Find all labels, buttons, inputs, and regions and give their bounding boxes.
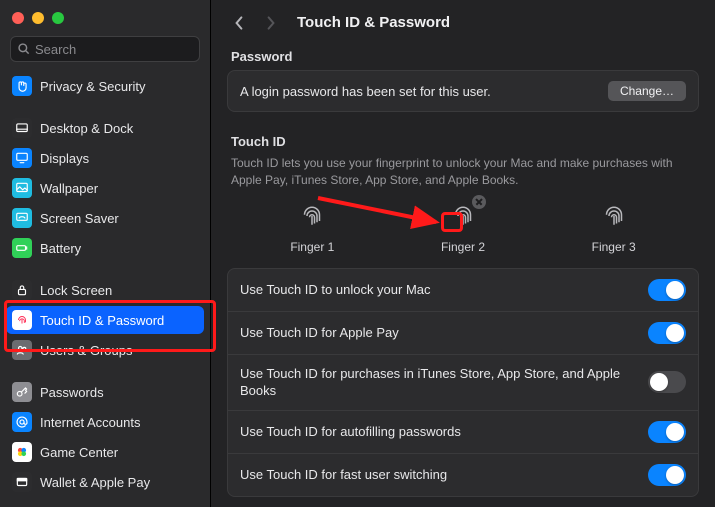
touchid-option-toggle[interactable] (648, 279, 686, 301)
search-field[interactable] (10, 36, 200, 62)
sidebar-item-label: Passwords (40, 385, 104, 400)
sidebar: Privacy & Security Desktop & Dock Displays… (0, 0, 211, 507)
touchid-option-label: Use Touch ID for purchases in iTunes Sto… (240, 365, 648, 400)
sidebar-item-lock-screen[interactable]: Lock Screen (6, 276, 204, 304)
at-icon (12, 412, 32, 432)
touchid-description: Touch ID lets you use your fingerprint t… (231, 155, 695, 189)
touchid-option-toggle[interactable] (648, 464, 686, 486)
wallpaper-icon (12, 178, 32, 198)
sidebar-item-internet-accounts[interactable]: Internet Accounts (6, 408, 204, 436)
touchid-fingers: Finger 1 Finger 2 Finger 3 (227, 193, 699, 268)
hand-icon (12, 76, 32, 96)
screensaver-icon (12, 208, 32, 228)
forward-button[interactable] (259, 11, 283, 35)
sidebar-nav: Privacy & Security Desktop & Dock Displays… (0, 72, 210, 507)
minimize-window-button[interactable] (32, 12, 44, 24)
finger-label: Finger 1 (290, 240, 334, 254)
sidebar-item-label: Screen Saver (40, 211, 119, 226)
change-password-button[interactable]: Change… (608, 81, 686, 101)
touchid-options-card: Use Touch ID to unlock your Mac Use Touch… (227, 268, 699, 497)
touchid-option-row: Use Touch ID for Apple Pay (228, 312, 698, 355)
touchid-option-row: Use Touch ID to unlock your Mac (228, 269, 698, 312)
password-section-label: Password (231, 49, 695, 64)
display-icon (12, 148, 32, 168)
touchid-option-label: Use Touch ID for fast user switching (240, 466, 648, 484)
sidebar-item-label: Lock Screen (40, 283, 112, 298)
sidebar-item-label: Users & Groups (40, 343, 132, 358)
touchid-section-label: Touch ID (231, 134, 695, 149)
delete-fingerprint-button[interactable] (472, 195, 486, 209)
touchid-finger-2[interactable]: Finger 2 (441, 201, 485, 254)
fingerprint-icon (599, 201, 629, 234)
battery-icon (12, 238, 32, 258)
fingerprint-icon (448, 201, 478, 234)
sidebar-item-wallpaper[interactable]: Wallpaper (6, 174, 204, 202)
sidebar-item-users-groups[interactable]: Users & Groups (6, 336, 204, 364)
sidebar-item-wallet-apple-pay[interactable]: Wallet & Apple Pay (6, 468, 204, 496)
sidebar-item-battery[interactable]: Battery (6, 234, 204, 262)
sidebar-item-label: Game Center (40, 445, 118, 460)
sidebar-item-displays[interactable]: Displays (6, 144, 204, 172)
window-controls (0, 8, 210, 34)
sidebar-item-label: Privacy & Security (40, 79, 145, 94)
sidebar-item-label: Wallpaper (40, 181, 98, 196)
touchid-finger-3[interactable]: Finger 3 (592, 201, 636, 254)
touchid-option-label: Use Touch ID for autofilling passwords (240, 423, 648, 441)
topbar: Touch ID & Password (227, 10, 699, 35)
touchid-option-row: Use Touch ID for autofilling passwords (228, 411, 698, 454)
fingerprint-icon (297, 201, 327, 234)
touchid-finger-1[interactable]: Finger 1 (290, 201, 334, 254)
touchid-option-label: Use Touch ID to unlock your Mac (240, 281, 648, 299)
password-status-text: A login password has been set for this u… (240, 83, 608, 101)
sidebar-item-screen-saver[interactable]: Screen Saver (6, 204, 204, 232)
key-icon (12, 382, 32, 402)
sidebar-item-desktop-dock[interactable]: Desktop & Dock (6, 114, 204, 142)
sidebar-item-privacy-security[interactable]: Privacy & Security (6, 72, 204, 100)
password-card: A login password has been set for this u… (227, 70, 699, 112)
page-title: Touch ID & Password (297, 14, 450, 31)
sidebar-item-label: Wallet & Apple Pay (40, 475, 150, 490)
main-panel: Touch ID & Password Password A login pas… (211, 0, 715, 507)
sidebar-item-label: Desktop & Dock (40, 121, 133, 136)
finger-label: Finger 3 (592, 240, 636, 254)
sidebar-item-label: Touch ID & Password (40, 313, 164, 328)
users-icon (12, 340, 32, 360)
touchid-option-row: Use Touch ID for fast user switching (228, 454, 698, 496)
touchid-option-label: Use Touch ID for Apple Pay (240, 324, 648, 342)
gamecenter-icon (12, 442, 32, 462)
wallet-icon (12, 472, 32, 492)
fullscreen-window-button[interactable] (52, 12, 64, 24)
sidebar-item-touch-id-password[interactable]: Touch ID & Password (6, 306, 204, 334)
touchid-option-toggle[interactable] (648, 421, 686, 443)
close-window-button[interactable] (12, 12, 24, 24)
sidebar-item-label: Battery (40, 241, 81, 256)
lock-icon (12, 280, 32, 300)
sidebar-item-label: Displays (40, 151, 89, 166)
touchid-option-toggle[interactable] (648, 322, 686, 344)
search-icon (17, 42, 31, 56)
touchid-option-row: Use Touch ID for purchases in iTunes Sto… (228, 355, 698, 411)
sidebar-item-game-center[interactable]: Game Center (6, 438, 204, 466)
back-button[interactable] (227, 11, 251, 35)
touchid-option-toggle[interactable] (648, 371, 686, 393)
fingerprint-icon (12, 310, 32, 330)
search-input[interactable] (35, 42, 193, 57)
dock-icon (12, 118, 32, 138)
sidebar-item-passwords[interactable]: Passwords (6, 378, 204, 406)
finger-label: Finger 2 (441, 240, 485, 254)
password-status-row: A login password has been set for this u… (228, 71, 698, 111)
sidebar-item-label: Internet Accounts (40, 415, 140, 430)
